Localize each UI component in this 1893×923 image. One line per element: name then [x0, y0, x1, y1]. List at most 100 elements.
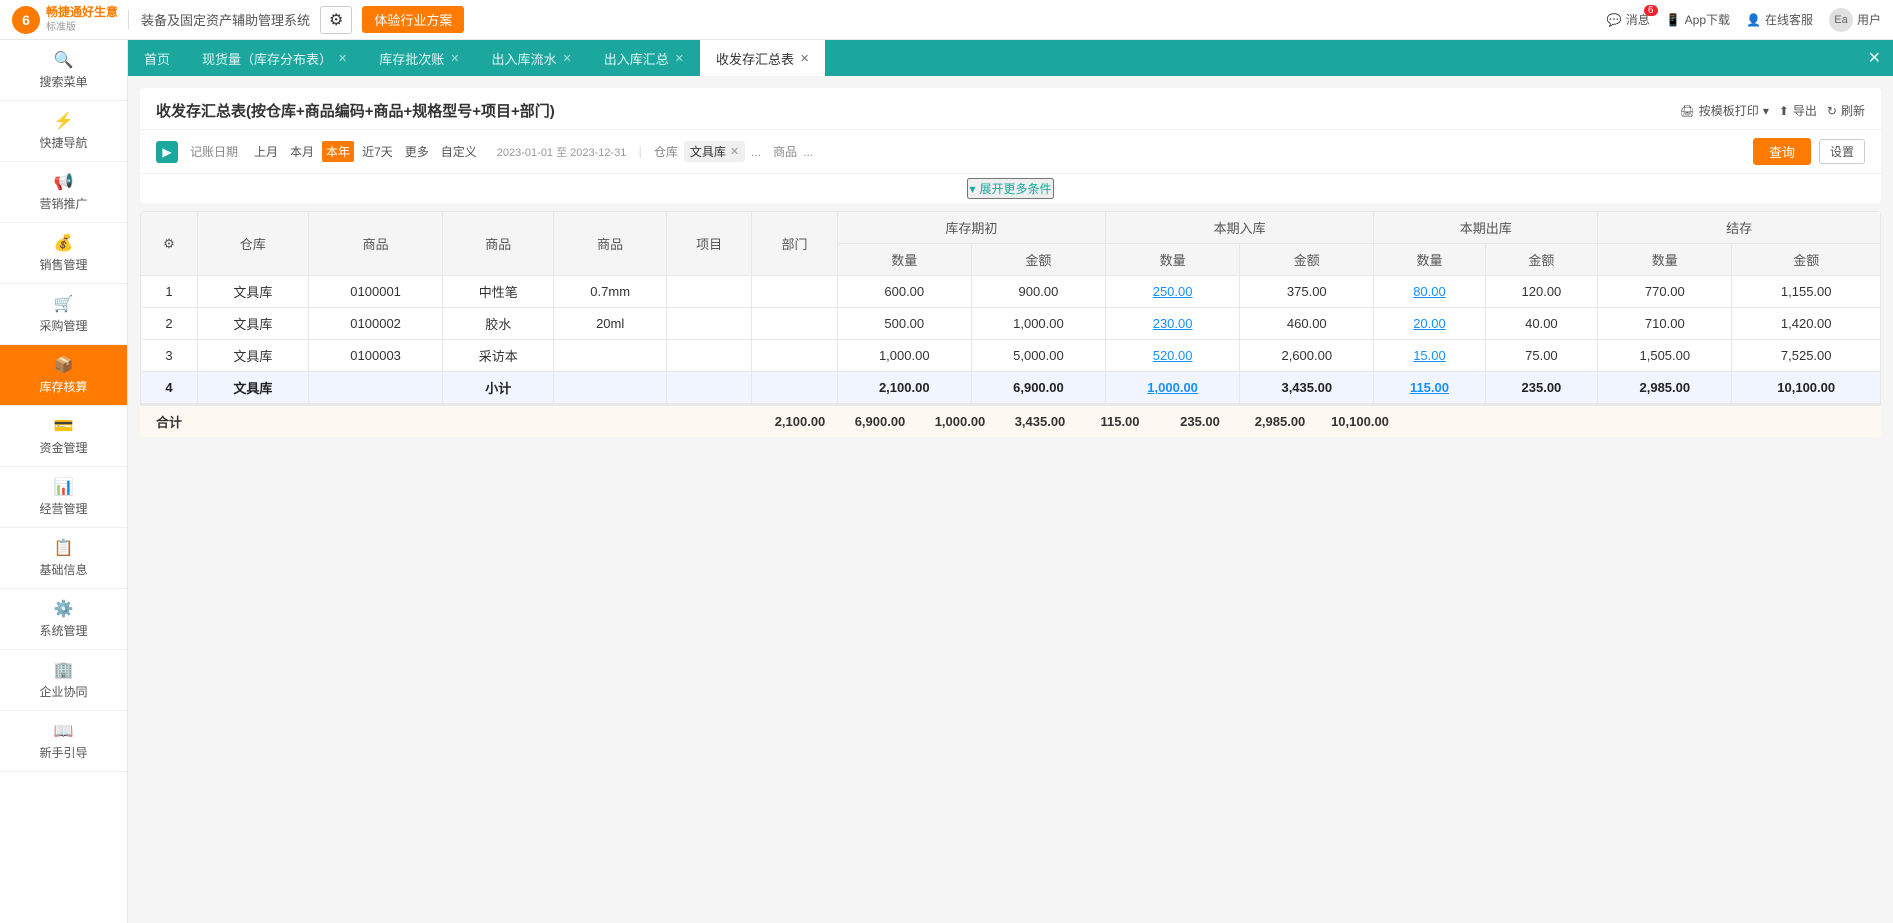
- close-all-tabs-button[interactable]: ✕: [1856, 48, 1893, 68]
- row-in-amt: 460.00: [1240, 308, 1374, 340]
- tab-summary-close[interactable]: ✕: [675, 52, 684, 65]
- search-icon: 🔍: [54, 50, 74, 70]
- print-template-button[interactable]: 🖨 按模板打印 ▾: [1680, 102, 1769, 119]
- row-in-qty-link[interactable]: 250.00: [1153, 284, 1193, 299]
- row-out-qty[interactable]: 20.00: [1374, 308, 1485, 340]
- tab-batch-label: 库存批次账: [379, 49, 444, 68]
- filter-toggle-button[interactable]: ▶: [156, 141, 178, 163]
- total-bal-qty: 2,985.00: [1240, 414, 1320, 429]
- tab-flow[interactable]: 出入库流水 ✕: [475, 40, 587, 76]
- message-badge: 6: [1644, 5, 1658, 16]
- sidebar-item-operation[interactable]: 📊 经营管理: [0, 467, 127, 528]
- tab-recv-send[interactable]: 收发存汇总表 ✕: [700, 40, 825, 76]
- sidebar-item-search[interactable]: 🔍 搜索菜单: [0, 40, 127, 101]
- app-download-item[interactable]: 📱 App下载: [1666, 11, 1730, 28]
- page-header: 收发存汇总表(按仓库+商品编码+商品+规格型号+项目+部门) 🖨 按模板打印 ▾…: [140, 88, 1881, 129]
- table-settings-cell[interactable]: ⚙: [141, 212, 198, 276]
- tab-batch[interactable]: 库存批次账 ✕: [363, 40, 475, 76]
- user-avatar: Ea: [1829, 8, 1853, 32]
- row-out-qty[interactable]: 15.00: [1374, 340, 1485, 372]
- tab-home-label: 首页: [144, 49, 170, 68]
- sidebar-item-sales[interactable]: 💰 销售管理: [0, 223, 127, 284]
- expand-more-conditions-button[interactable]: ▾ 展开更多条件: [967, 178, 1053, 199]
- page-actions: 🖨 按模板打印 ▾ ⬆ 导出 ↻ 刷新: [1680, 102, 1865, 119]
- refresh-button[interactable]: ↻ 刷新: [1827, 102, 1865, 119]
- warehouse-tag: 文具库 ✕: [684, 141, 745, 162]
- tab-recv-send-close[interactable]: ✕: [800, 52, 809, 65]
- sidebar-item-basic[interactable]: 📋 基础信息: [0, 528, 127, 589]
- quick-icon: ⚡: [54, 111, 74, 131]
- user-item[interactable]: Ea 用户: [1829, 8, 1881, 32]
- tab-flow-close[interactable]: ✕: [563, 52, 572, 65]
- row-init-amt: 5,000.00: [971, 340, 1105, 372]
- tab-inventory-dist[interactable]: 现货量（库存分布表） ✕: [186, 40, 363, 76]
- warehouse-tag-close-button[interactable]: ✕: [730, 145, 739, 158]
- row-out-qty-link[interactable]: 80.00: [1413, 284, 1446, 299]
- row-in-qty[interactable]: 230.00: [1106, 308, 1240, 340]
- row-init-amt: 900.00: [971, 276, 1105, 308]
- date-opt-7days[interactable]: 近7天: [358, 141, 397, 162]
- row-in-qty-link[interactable]: 520.00: [1153, 348, 1193, 363]
- logo-area: 6 畅捷通好生意 标准版: [12, 5, 118, 34]
- online-support-item[interactable]: 👤 在线客服: [1746, 11, 1813, 28]
- sidebar-item-purchase[interactable]: 🛒 采购管理: [0, 284, 127, 345]
- sidebar-item-newbie[interactable]: 📖 新手引导: [0, 711, 127, 772]
- export-button[interactable]: ⬆ 导出: [1779, 102, 1817, 119]
- tab-home[interactable]: 首页: [128, 40, 186, 76]
- date-opt-custom[interactable]: 自定义: [437, 141, 481, 162]
- sidebar-item-finance[interactable]: 💳 资金管理: [0, 406, 127, 467]
- sidebar-label-operation: 经营管理: [39, 500, 87, 517]
- row-in-qty[interactable]: 520.00: [1106, 340, 1240, 372]
- sidebar-item-enterprise[interactable]: 🏢 企业协同: [0, 650, 127, 711]
- sidebar-item-system[interactable]: ⚙️ 系统管理: [0, 589, 127, 650]
- date-range-display: 2023-01-01 至 2023-12-31: [497, 144, 627, 160]
- footer-total-row: 合计 2,100.00 6,900.00 1,000.00 3,435.00 1…: [140, 404, 1881, 437]
- date-opt-this-year[interactable]: 本年: [322, 141, 354, 162]
- app-download-label: App下载: [1685, 11, 1730, 28]
- row-init-amt: 1,000.00: [971, 308, 1105, 340]
- filter-settings-button[interactable]: 设置: [1819, 139, 1865, 164]
- warehouse-tag-text: 文具库: [690, 143, 726, 160]
- query-button[interactable]: 查询: [1753, 138, 1811, 165]
- row-in-amt: 375.00: [1240, 276, 1374, 308]
- newbie-icon: 📖: [54, 721, 74, 741]
- table-row: 4文具库小计2,100.006,900.001,000.003,435.0011…: [141, 372, 1881, 404]
- th-out-amt: 金额: [1485, 244, 1598, 276]
- row-project: [666, 340, 751, 372]
- date-opt-last-month[interactable]: 上月: [250, 141, 282, 162]
- sidebar-label-system: 系统管理: [39, 622, 87, 639]
- row-num: 1: [141, 276, 198, 308]
- tab-inventory-dist-close[interactable]: ✕: [338, 52, 347, 65]
- settings-gear-button[interactable]: ⚙: [320, 6, 352, 34]
- row-name: 采访本: [443, 340, 554, 372]
- row-out-qty-link[interactable]: 20.00: [1413, 316, 1446, 331]
- warehouse-more-button[interactable]: ...: [751, 145, 761, 159]
- message-item[interactable]: 💬 消息 6: [1607, 11, 1650, 28]
- row-in-qty[interactable]: 1,000.00: [1106, 372, 1240, 404]
- goods-more-button[interactable]: ...: [803, 145, 813, 159]
- finance-icon: 💳: [54, 416, 74, 436]
- row-out-qty-link[interactable]: 15.00: [1413, 348, 1446, 363]
- row-out-qty[interactable]: 80.00: [1374, 276, 1485, 308]
- sidebar-item-quick[interactable]: ⚡ 快捷导航: [0, 101, 127, 162]
- row-out-qty[interactable]: 115.00: [1374, 372, 1485, 404]
- logo-text: 畅捷通好生意 标准版: [46, 5, 118, 34]
- th-dept: 部门: [752, 212, 837, 276]
- date-opt-more[interactable]: 更多: [401, 141, 433, 162]
- try-industry-button[interactable]: 体验行业方案: [362, 6, 464, 33]
- data-table: ⚙ 仓库 商品 商品 商品 项目 部门 库存期初 本期入库 本期出库 结存: [140, 211, 1881, 404]
- th-name: 商品: [443, 212, 554, 276]
- row-out-qty-link[interactable]: 115.00: [1410, 380, 1449, 395]
- row-in-qty[interactable]: 250.00: [1106, 276, 1240, 308]
- warehouse-filter-label: 仓库: [654, 143, 678, 160]
- row-bal-qty: 770.00: [1598, 276, 1732, 308]
- tab-summary[interactable]: 出入库汇总 ✕: [588, 40, 700, 76]
- row-in-qty-link[interactable]: 1,000.00: [1147, 380, 1198, 395]
- row-in-qty-link[interactable]: 230.00: [1153, 316, 1193, 331]
- avatar-initials: Ea: [1834, 14, 1847, 26]
- date-opt-this-month[interactable]: 本月: [286, 141, 318, 162]
- sidebar-item-inventory[interactable]: 📦 库存核算: [0, 345, 127, 406]
- sidebar: 🔍 搜索菜单 ⚡ 快捷导航 📢 营销推广 💰 销售管理 🛒 采购管理 📦 库存核…: [0, 40, 128, 923]
- tab-batch-close[interactable]: ✕: [450, 52, 459, 65]
- sidebar-item-marketing[interactable]: 📢 营销推广: [0, 162, 127, 223]
